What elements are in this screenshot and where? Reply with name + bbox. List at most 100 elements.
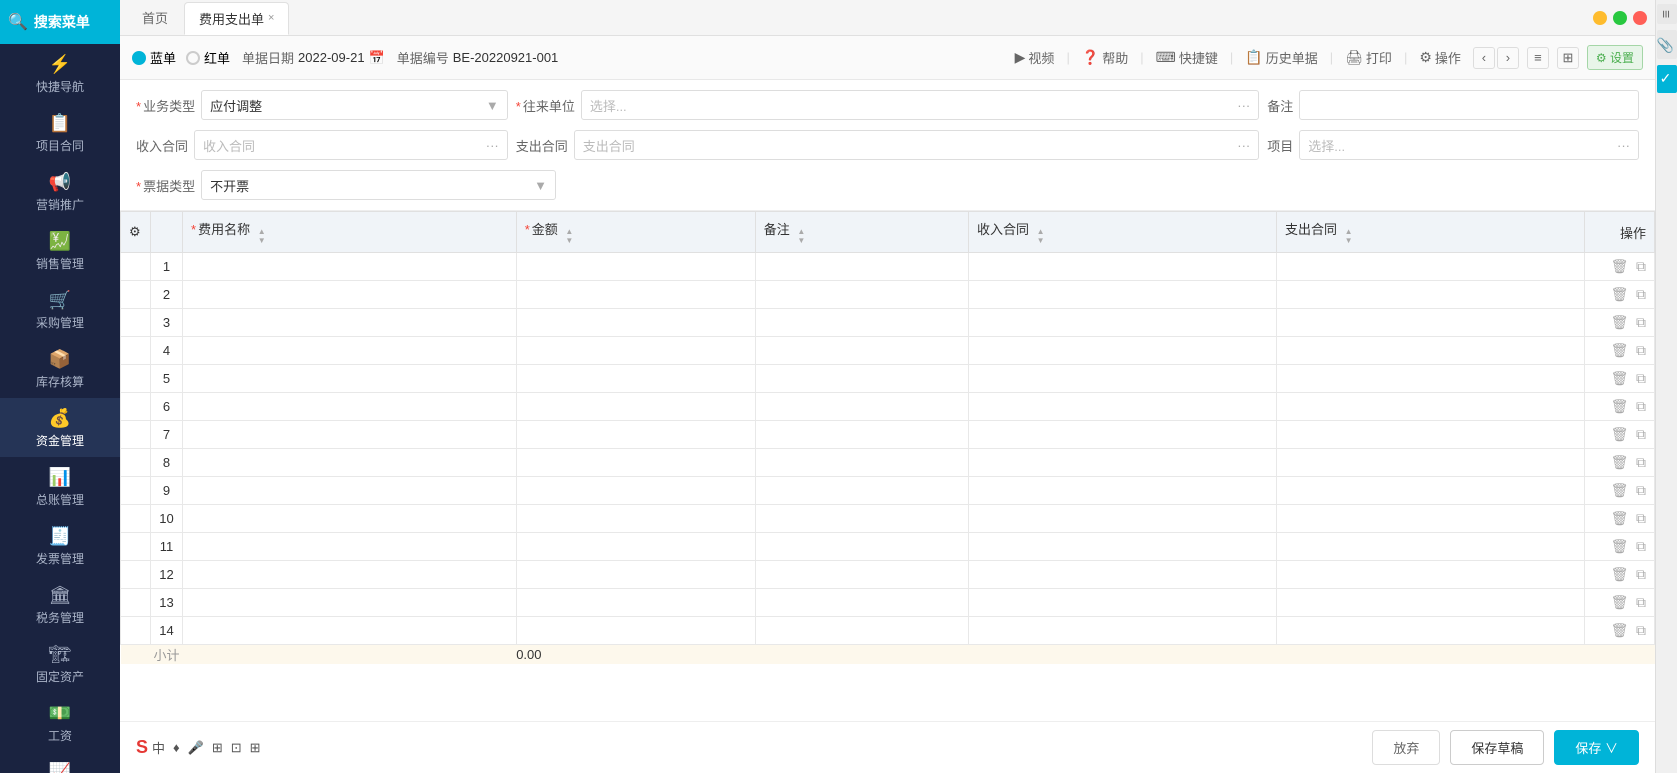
biz-type-select[interactable]: 应付调整 ▼: [201, 90, 508, 120]
help-button[interactable]: ❓ 帮助: [1078, 46, 1132, 69]
delete-row-icon[interactable]: 🗑: [1611, 622, 1629, 638]
shortcut-button[interactable]: ⌨ 快捷键: [1152, 46, 1222, 69]
tab-home[interactable]: 首页: [128, 2, 182, 33]
note-cell[interactable]: [755, 253, 968, 281]
operation-button[interactable]: ⚙ 操作: [1415, 46, 1465, 69]
amount-sort-icon[interactable]: ▲▼: [565, 228, 573, 245]
settings-button[interactable]: ⚙ 设置: [1587, 45, 1643, 70]
copy-row-icon[interactable]: ⧉: [1636, 426, 1646, 442]
sidebar-item-assets[interactable]: 🏗固定资产: [0, 634, 120, 693]
income-contract-cell[interactable]: [969, 561, 1277, 589]
delete-row-icon[interactable]: 🗑: [1611, 258, 1629, 274]
save-button[interactable]: 保存 ∨: [1554, 730, 1639, 765]
calendar-icon[interactable]: 📅: [369, 50, 385, 66]
expense-name-cell[interactable]: [183, 365, 517, 393]
nav-prev-button[interactable]: ‹: [1473, 47, 1495, 69]
note-cell[interactable]: [755, 617, 968, 645]
sidebar-item-marketing[interactable]: 📢营销推广: [0, 162, 120, 221]
sidebar-item-purchase[interactable]: 🛒采购管理: [0, 280, 120, 339]
copy-row-icon[interactable]: ⧉: [1636, 454, 1646, 470]
note-cell[interactable]: [755, 393, 968, 421]
income-contract-input[interactable]: 收入合同 ···: [194, 130, 508, 160]
radio-red[interactable]: 红单: [186, 48, 230, 67]
expense-contract-cell[interactable]: [1276, 365, 1584, 393]
sidebar-item-sales[interactable]: 💹销售管理: [0, 221, 120, 280]
income-contract-cell[interactable]: [969, 617, 1277, 645]
amount-cell[interactable]: [516, 561, 755, 589]
copy-row-icon[interactable]: ⧉: [1636, 566, 1646, 582]
income-contract-cell[interactable]: [969, 253, 1277, 281]
video-button[interactable]: ▶ 视频: [1011, 46, 1059, 69]
expense-contract-cell[interactable]: [1276, 617, 1584, 645]
delete-row-icon[interactable]: 🗑: [1611, 370, 1629, 386]
tab-close-icon[interactable]: ×: [268, 12, 274, 24]
tab-expense[interactable]: 费用支出单 ×: [184, 2, 289, 35]
expense-contract-cell[interactable]: [1276, 393, 1584, 421]
expense-name-cell[interactable]: [183, 533, 517, 561]
sidebar-search[interactable]: 🔍 搜索菜单: [0, 0, 120, 44]
income-contract-cell[interactable]: [969, 477, 1277, 505]
amount-cell[interactable]: [516, 253, 755, 281]
expense-sort-icon[interactable]: ▲▼: [1345, 228, 1353, 245]
delete-row-icon[interactable]: 🗑: [1611, 426, 1629, 442]
print-button[interactable]: 🖨 打印: [1341, 46, 1396, 69]
note-cell[interactable]: [755, 337, 968, 365]
right-panel-icon-1[interactable]: ≡: [1657, 4, 1677, 24]
income-contract-cell[interactable]: [969, 393, 1277, 421]
expense-contract-cell[interactable]: [1276, 477, 1584, 505]
sidebar-item-capital[interactable]: 💰资金管理: [0, 398, 120, 457]
copy-row-icon[interactable]: ⧉: [1636, 258, 1646, 274]
sidebar-item-bizmanage[interactable]: 📈经营管理: [0, 752, 120, 773]
project-input[interactable]: 选择... ···: [1299, 130, 1639, 160]
copy-row-icon[interactable]: ⧉: [1636, 398, 1646, 414]
expense-contract-cell[interactable]: [1276, 449, 1584, 477]
right-panel-icon-2[interactable]: 📎: [1657, 30, 1677, 59]
amount-cell[interactable]: [516, 589, 755, 617]
income-contract-cell[interactable]: [969, 309, 1277, 337]
copy-row-icon[interactable]: ⧉: [1636, 314, 1646, 330]
amount-cell[interactable]: [516, 505, 755, 533]
col-settings[interactable]: ⚙: [121, 212, 151, 253]
amount-cell[interactable]: [516, 449, 755, 477]
expense-contract-cell[interactable]: [1276, 533, 1584, 561]
note-cell[interactable]: [755, 309, 968, 337]
income-contract-cell[interactable]: [969, 421, 1277, 449]
delete-row-icon[interactable]: 🗑: [1611, 594, 1629, 610]
history-button[interactable]: 📋 历史单据: [1241, 46, 1321, 69]
note-cell[interactable]: [755, 421, 968, 449]
note-cell[interactable]: [755, 281, 968, 309]
copy-row-icon[interactable]: ⧉: [1636, 342, 1646, 358]
expense-contract-cell[interactable]: [1276, 561, 1584, 589]
note-sort-icon[interactable]: ▲▼: [797, 228, 805, 245]
amount-cell[interactable]: [516, 281, 755, 309]
delete-row-icon[interactable]: 🗑: [1611, 286, 1629, 302]
delete-row-icon[interactable]: 🗑: [1611, 398, 1629, 414]
copy-row-icon[interactable]: ⧉: [1636, 594, 1646, 610]
amount-cell[interactable]: [516, 365, 755, 393]
note-cell[interactable]: [755, 365, 968, 393]
expense-name-cell[interactable]: [183, 561, 517, 589]
maximize-button[interactable]: [1613, 11, 1627, 25]
expense-contract-cell[interactable]: [1276, 253, 1584, 281]
radio-blue[interactable]: 蓝单: [132, 48, 176, 67]
expense-name-cell[interactable]: [183, 421, 517, 449]
amount-cell[interactable]: [516, 309, 755, 337]
expense-contract-cell[interactable]: [1276, 281, 1584, 309]
note-cell[interactable]: [755, 561, 968, 589]
expense-contract-cell[interactable]: [1276, 337, 1584, 365]
income-sort-icon[interactable]: ▲▼: [1037, 228, 1045, 245]
sidebar-item-quicknav[interactable]: ⚡快捷导航: [0, 44, 120, 103]
expense-name-cell[interactable]: [183, 477, 517, 505]
amount-cell[interactable]: [516, 533, 755, 561]
copy-row-icon[interactable]: ⧉: [1636, 622, 1646, 638]
amount-cell[interactable]: [516, 617, 755, 645]
expense-contract-cell[interactable]: [1276, 505, 1584, 533]
income-contract-cell[interactable]: [969, 449, 1277, 477]
expense-name-cell[interactable]: [183, 617, 517, 645]
grid-view-button[interactable]: ⊞: [1557, 47, 1579, 69]
copy-row-icon[interactable]: ⧉: [1636, 482, 1646, 498]
note-cell[interactable]: [755, 449, 968, 477]
delete-row-icon[interactable]: 🗑: [1611, 482, 1629, 498]
invoice-type-select[interactable]: 不开票 ▼: [201, 170, 556, 200]
close-button[interactable]: [1633, 11, 1647, 25]
